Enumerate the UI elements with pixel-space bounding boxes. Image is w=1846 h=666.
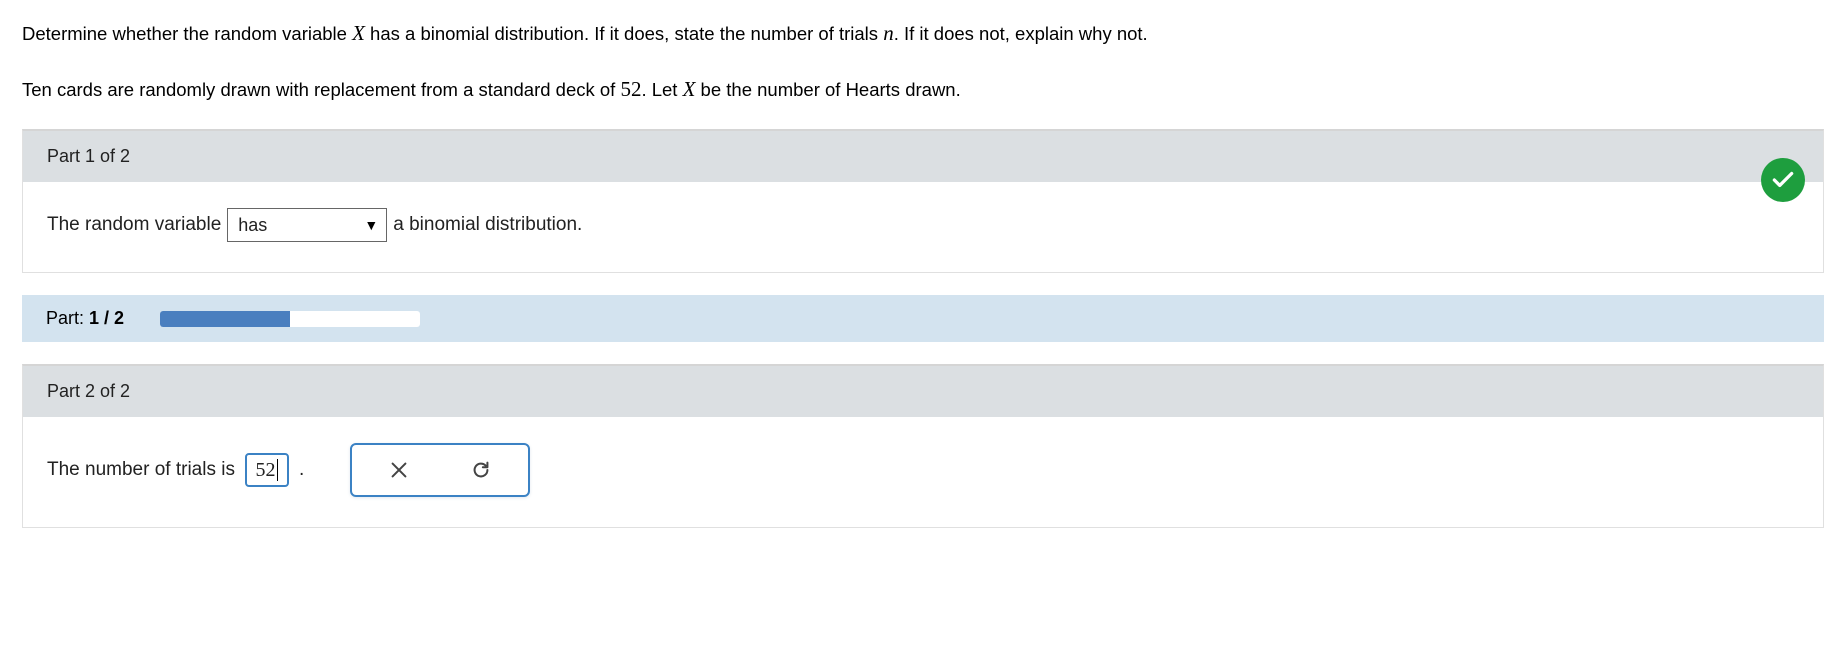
part1-text-after: a binomial distribution. bbox=[393, 211, 582, 240]
question-text: Determine whether the random variable X … bbox=[22, 18, 1824, 105]
question-line2-pre: Ten cards are randomly drawn with replac… bbox=[22, 79, 620, 100]
progress-track bbox=[160, 311, 420, 327]
progress-label: Part: 1 / 2 bbox=[46, 305, 124, 332]
question-line1-pre: Determine whether the random variable bbox=[22, 23, 352, 44]
part1-text-before: The random variable bbox=[47, 211, 221, 240]
correct-badge bbox=[1761, 158, 1805, 202]
binomial-select[interactable]: has ▼ bbox=[227, 208, 387, 242]
clear-button[interactable] bbox=[388, 459, 410, 481]
check-icon bbox=[1770, 167, 1796, 193]
select-value: has bbox=[238, 212, 352, 239]
close-icon bbox=[388, 459, 410, 481]
undo-icon bbox=[470, 459, 492, 481]
part2-panel: Part 2 of 2 The number of trials is 52 . bbox=[22, 364, 1824, 528]
trials-input[interactable]: 52 bbox=[245, 453, 289, 487]
reset-button[interactable] bbox=[470, 459, 492, 481]
part1-panel: Part 1 of 2 The random variable has ▼ a … bbox=[22, 129, 1824, 273]
var-x: X bbox=[352, 21, 365, 45]
part1-header: Part 1 of 2 bbox=[23, 131, 1823, 182]
progress-fill bbox=[160, 311, 290, 327]
part2-text-before: The number of trials is bbox=[47, 456, 235, 485]
input-toolbar bbox=[350, 443, 530, 497]
progress-row: Part: 1 / 2 bbox=[22, 295, 1824, 342]
question-line2-mid: . Let bbox=[641, 79, 682, 100]
text-cursor bbox=[277, 459, 278, 481]
question-line1-post: . If it does not, explain why not. bbox=[894, 23, 1148, 44]
trials-input-value: 52 bbox=[255, 455, 275, 485]
question-line2-post: be the number of Hearts drawn. bbox=[695, 79, 960, 100]
var-x-2: X bbox=[683, 77, 696, 101]
part2-text-after: . bbox=[299, 456, 304, 485]
var-n: n bbox=[883, 21, 894, 45]
question-line1-mid: has a binomial distribution. If it does,… bbox=[365, 23, 883, 44]
chevron-down-icon: ▼ bbox=[364, 215, 378, 236]
num-52: 52 bbox=[620, 77, 641, 101]
part2-header: Part 2 of 2 bbox=[23, 366, 1823, 417]
